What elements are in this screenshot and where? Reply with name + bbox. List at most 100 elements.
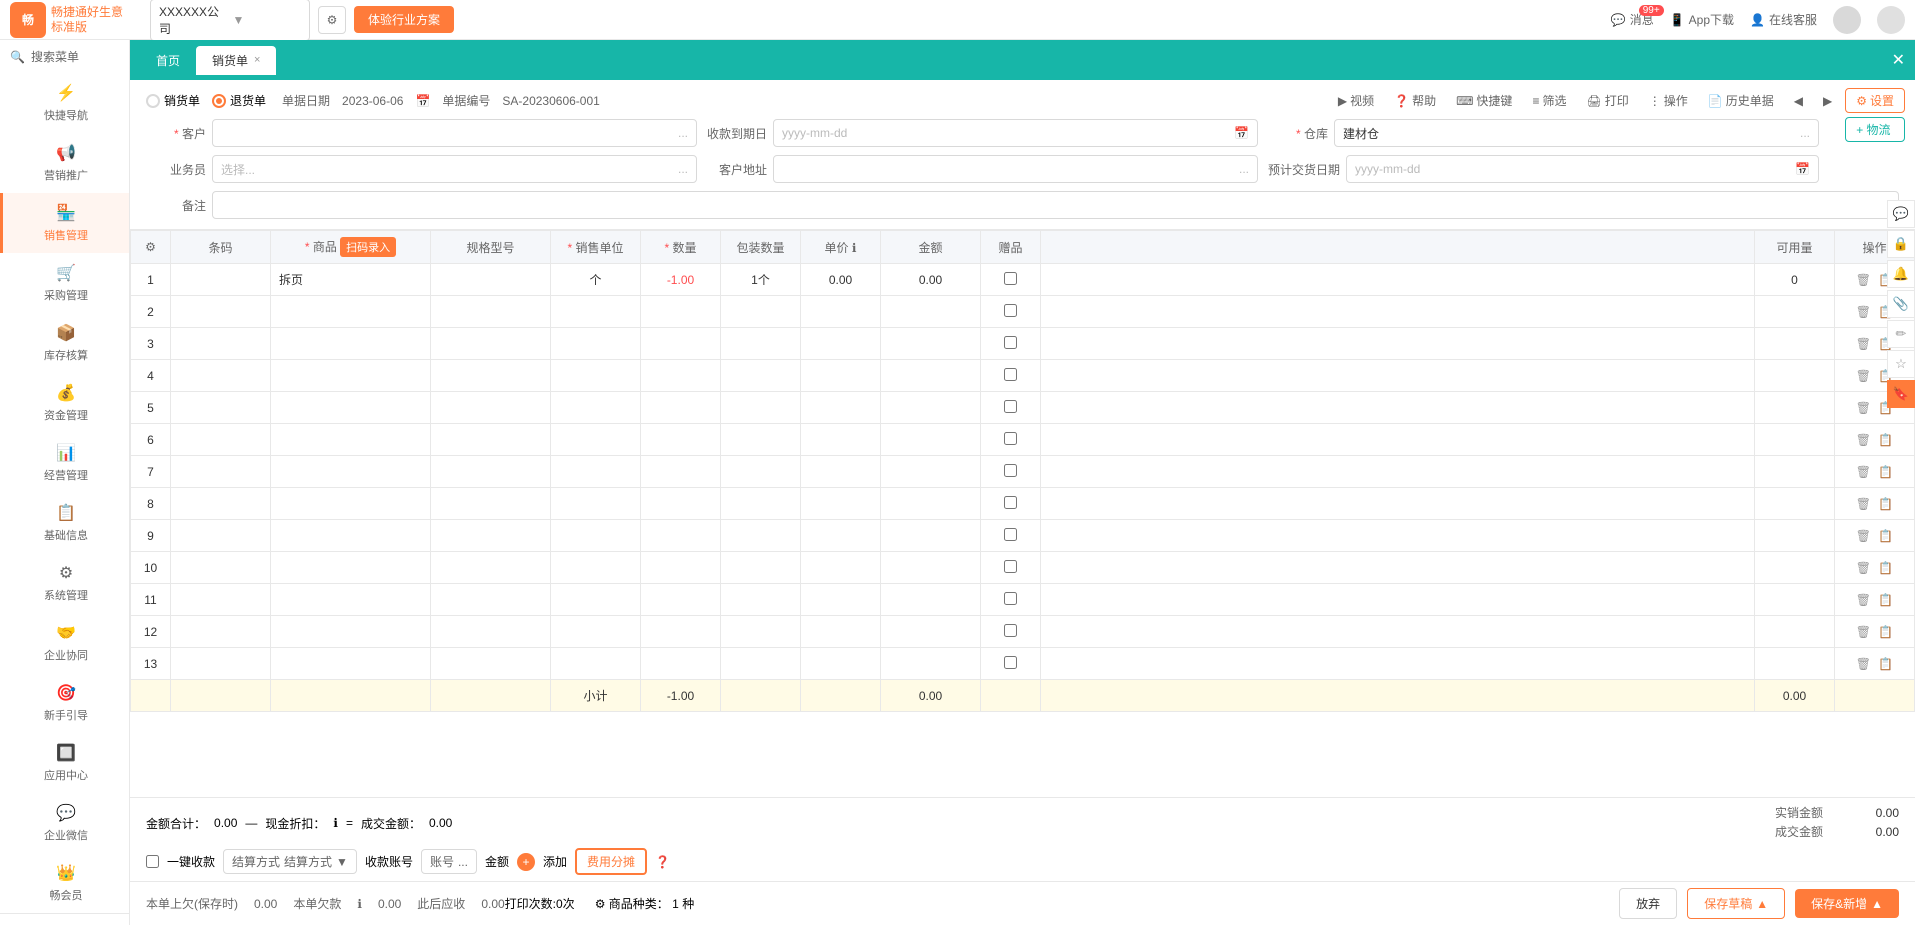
expense-split-button[interactable]: 费用分摊 xyxy=(575,848,647,875)
sidebar-item-finance[interactable]: 💰 资金管理 xyxy=(0,373,129,433)
cell-barcode[interactable] xyxy=(171,584,271,616)
user-avatar-2[interactable] xyxy=(1877,6,1905,34)
save-new-button[interactable]: 保存&新增 ▲ xyxy=(1795,889,1899,918)
cell-spec[interactable] xyxy=(431,488,551,520)
app-download-button[interactable]: 📱 App下载 xyxy=(1670,11,1734,28)
cell-gift[interactable] xyxy=(981,456,1041,488)
copy-icon[interactable]: 📋 xyxy=(1878,657,1893,671)
cell-unit[interactable] xyxy=(551,488,641,520)
cell-spec[interactable] xyxy=(431,456,551,488)
cell-price[interactable] xyxy=(801,488,881,520)
cell-gift[interactable] xyxy=(981,648,1041,680)
cell-spec[interactable] xyxy=(431,648,551,680)
cell-product[interactable] xyxy=(271,424,431,456)
copy-icon[interactable]: 📋 xyxy=(1878,529,1893,543)
cell-pack[interactable] xyxy=(721,424,801,456)
cell-unit[interactable] xyxy=(551,392,641,424)
cell-spec[interactable] xyxy=(431,424,551,456)
video-button[interactable]: ▶ 视频 xyxy=(1332,90,1380,111)
right-sidebar-btn-2[interactable]: 🔒 xyxy=(1887,230,1915,258)
right-sidebar-btn-1[interactable]: 💬 xyxy=(1887,200,1915,228)
cell-product[interactable] xyxy=(271,552,431,584)
cell-product[interactable] xyxy=(271,488,431,520)
cell-qty[interactable] xyxy=(641,328,721,360)
copy-icon[interactable]: 📋 xyxy=(1878,625,1893,639)
cell-gift[interactable] xyxy=(981,360,1041,392)
delete-icon[interactable]: 🗑 xyxy=(1856,561,1871,575)
cell-barcode[interactable] xyxy=(171,488,271,520)
right-sidebar-btn-5[interactable]: ✏ xyxy=(1887,320,1915,348)
notes-input[interactable] xyxy=(212,191,1899,219)
copy-icon[interactable]: 📋 xyxy=(1878,465,1893,479)
copy-icon[interactable]: 📋 xyxy=(1878,433,1893,447)
cell-pack[interactable]: 1个 xyxy=(721,264,801,296)
cell-unit[interactable] xyxy=(551,520,641,552)
online-service-button[interactable]: 👤 在线客服 xyxy=(1750,11,1817,28)
cell-spec[interactable] xyxy=(431,264,551,296)
cell-product[interactable] xyxy=(271,456,431,488)
copy-icon[interactable]: 📋 xyxy=(1878,561,1893,575)
cell-price[interactable] xyxy=(801,296,881,328)
customer-addr-input[interactable]: ... xyxy=(773,155,1258,183)
prev-record-icon[interactable]: ◀ xyxy=(1788,92,1809,110)
cell-unit[interactable] xyxy=(551,456,641,488)
cell-spec[interactable] xyxy=(431,360,551,392)
cell-price[interactable] xyxy=(801,328,881,360)
cell-amount[interactable] xyxy=(881,296,981,328)
cell-barcode[interactable] xyxy=(171,296,271,328)
cell-unit[interactable] xyxy=(551,296,641,328)
sidebar-item-inventory[interactable]: 📦 库存核算 xyxy=(0,313,129,373)
cell-spec[interactable] xyxy=(431,328,551,360)
cell-gift[interactable] xyxy=(981,584,1041,616)
cell-product[interactable] xyxy=(271,520,431,552)
cell-barcode[interactable] xyxy=(171,456,271,488)
product-type-icon[interactable]: ⚙ xyxy=(595,897,606,911)
operation-button[interactable]: ⋮ 操作 xyxy=(1643,90,1694,111)
sidebar-item-purchase[interactable]: 🛒 采购管理 xyxy=(0,253,129,313)
save-draft-button[interactable]: 保存草稿 ▲ xyxy=(1687,888,1785,919)
due-date-input[interactable]: yyyy-mm-dd 📅 xyxy=(773,119,1258,147)
cell-spec[interactable] xyxy=(431,616,551,648)
cell-price[interactable] xyxy=(801,648,881,680)
cell-unit[interactable] xyxy=(551,584,641,616)
right-sidebar-btn-6[interactable]: ☆ xyxy=(1887,350,1915,378)
cell-gift[interactable] xyxy=(981,616,1041,648)
cell-unit[interactable] xyxy=(551,648,641,680)
cell-gift[interactable] xyxy=(981,552,1041,584)
cell-gift[interactable] xyxy=(981,520,1041,552)
cell-unit[interactable]: 个 xyxy=(551,264,641,296)
cell-price[interactable] xyxy=(801,392,881,424)
print-button[interactable]: 🖨 打印 xyxy=(1580,90,1634,111)
cell-qty[interactable] xyxy=(641,488,721,520)
cell-product[interactable]: 拆页 xyxy=(271,264,431,296)
delete-icon[interactable]: 🗑 xyxy=(1856,337,1871,351)
cell-amount[interactable] xyxy=(881,552,981,584)
close-window-icon[interactable]: ✕ xyxy=(1892,50,1905,70)
cell-amount[interactable] xyxy=(881,584,981,616)
user-avatar[interactable] xyxy=(1833,6,1861,34)
cell-price[interactable]: 0.00 xyxy=(801,264,881,296)
cell-product[interactable] xyxy=(271,584,431,616)
cell-qty[interactable] xyxy=(641,424,721,456)
settings-button[interactable]: ⚙ 设置 xyxy=(1845,88,1905,113)
cell-pack[interactable] xyxy=(721,552,801,584)
sidebar-item-app-center[interactable]: 🔲 应用中心 xyxy=(0,733,129,793)
cell-pack[interactable] xyxy=(721,456,801,488)
shortcut-button[interactable]: ⌨ 快捷键 xyxy=(1450,90,1518,111)
delete-icon[interactable]: 🗑 xyxy=(1856,529,1871,543)
cell-unit[interactable] xyxy=(551,552,641,584)
cell-unit[interactable] xyxy=(551,424,641,456)
cell-product[interactable] xyxy=(271,616,431,648)
cell-barcode[interactable] xyxy=(171,328,271,360)
copy-icon[interactable]: 📋 xyxy=(1878,497,1893,511)
cell-qty[interactable]: -1.00 xyxy=(641,264,721,296)
cell-barcode[interactable] xyxy=(171,392,271,424)
cell-qty[interactable] xyxy=(641,456,721,488)
tab-home[interactable]: 首页 xyxy=(140,46,196,75)
cell-amount[interactable] xyxy=(881,456,981,488)
cell-pack[interactable] xyxy=(721,360,801,392)
discount-help-icon[interactable]: ℹ xyxy=(333,816,338,830)
expense-help-icon[interactable]: ❓ xyxy=(655,855,670,869)
cell-qty[interactable] xyxy=(641,584,721,616)
cell-unit[interactable] xyxy=(551,360,641,392)
